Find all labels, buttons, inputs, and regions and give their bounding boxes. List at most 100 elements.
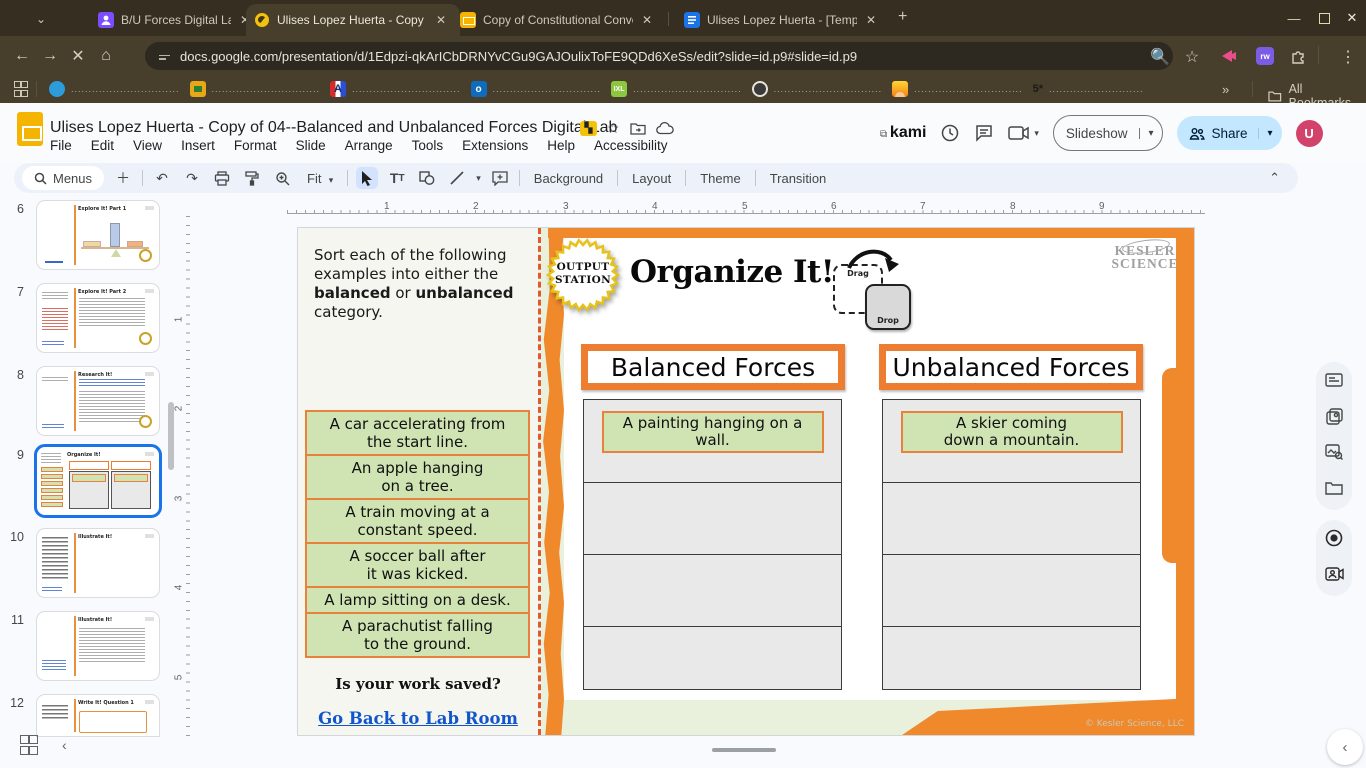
new-tab-button[interactable]: + [898,8,907,26]
stop-loading-icon[interactable]: ✕ [64,42,92,70]
menu-help[interactable]: Help [547,138,575,153]
menu-format[interactable]: Format [234,138,277,153]
menu-arrange[interactable]: Arrange [345,138,393,153]
zoom-fit-select[interactable]: Fit ▾ [301,171,339,186]
background-button[interactable]: Background [528,171,609,186]
slideshow-button[interactable]: Slideshow ▾ [1052,115,1163,151]
bookmark-item[interactable]: ............................... [49,81,180,97]
table-cell[interactable] [883,627,1140,699]
folder-icon[interactable] [1316,470,1352,506]
share-button[interactable]: Share ▾ [1176,116,1282,150]
slide-thumbnail-6[interactable]: Explore It! Part 1 [36,200,160,270]
tab-close-icon[interactable]: ✕ [866,13,876,27]
theme-button[interactable]: Theme [694,171,746,186]
sort-card[interactable]: An apple hanging on a tree. [305,454,530,500]
filmstrip-scrollbar[interactable] [168,402,174,470]
layout-button[interactable]: Layout [626,171,677,186]
share-dropdown-icon[interactable]: ▾ [1257,127,1282,139]
table-cell[interactable] [584,483,841,555]
new-slide-button[interactable]: ＋ [112,167,134,189]
table-cell[interactable] [883,555,1140,627]
sorted-card[interactable]: A skier coming down a mountain. [900,411,1123,453]
forward-icon[interactable]: → [36,42,64,70]
insert-line-button[interactable] [446,167,468,189]
zoom-icon[interactable] [271,167,293,189]
sort-card[interactable]: A car accelerating from the start line. [305,410,530,456]
menu-slide[interactable]: Slide [296,138,326,153]
slide-thumbnail-11[interactable]: Illustrate It! [36,611,160,681]
horizontal-scrollbar[interactable] [712,748,776,752]
open-side-panel-button[interactable]: ‹ [1327,729,1363,765]
menu-edit[interactable]: Edit [91,138,114,153]
menu-tools[interactable]: Tools [412,138,444,153]
slide-thumbnail-8[interactable]: Research It! [36,366,160,436]
bookmark-item[interactable]: o............................... [470,81,602,97]
document-title[interactable]: Ulises Lopez Huerta - Copy of 04--Balanc… [50,119,617,137]
slide-thumbnail-10[interactable]: Illustrate It! [36,528,160,598]
slide-canvas[interactable]: Sort each of the following examples into… [297,227,1195,736]
grid-view-button[interactable] [20,735,38,755]
bookmark-item[interactable]: ............................... [751,81,883,97]
cloud-status-icon[interactable] [655,122,674,135]
bookmark-item[interactable]: ............................... [892,81,1023,97]
browser-tab-3[interactable]: Copy of Constitutional Conven ✕ [452,4,674,36]
account-avatar[interactable]: U [1295,119,1323,147]
layers-copy-icon[interactable] [1316,398,1352,434]
menu-extensions[interactable]: Extensions [462,138,528,153]
slide-thumbnail-12[interactable]: Write It! Question 1 [36,694,160,737]
apps-grid-icon[interactable] [14,81,28,97]
table-cell[interactable] [883,483,1140,555]
slide-title[interactable]: Organize It! [630,254,834,290]
kami-doc-badge-icon[interactable]: ▚ [580,121,597,136]
bookmark-star-icon[interactable]: ☆ [1178,43,1206,71]
back-icon[interactable]: ← [8,42,36,70]
slide-thumbnail-7[interactable]: Explore It! Part 2 [36,283,160,353]
record-icon[interactable] [1316,520,1352,556]
insert-shape-button[interactable] [416,167,438,189]
image-search-icon[interactable] [1316,434,1352,470]
sort-card[interactable]: A soccer ball after it was kicked. [305,542,530,588]
collapse-filmstrip-icon[interactable]: ‹ [62,737,67,753]
undo-icon[interactable]: ↶ [151,167,173,189]
select-tool-button[interactable] [356,167,379,189]
table-cell[interactable]: A painting hanging on a wall. [584,411,841,483]
tab-close-icon[interactable]: ✕ [642,13,652,27]
menu-file[interactable]: File [50,138,72,153]
sort-card[interactable]: A parachutist falling to the ground. [305,612,530,658]
menus-search-button[interactable]: Menus [22,166,105,190]
unbalanced-forces-header[interactable]: Unbalanced Forces [879,344,1143,390]
menu-insert[interactable]: Insert [181,138,215,153]
sort-card[interactable]: A train moving at a constant speed. [305,498,530,544]
table-cell[interactable] [584,555,841,627]
star-favorite-icon[interactable]: ☆ [607,120,620,137]
bookmark-item[interactable]: 5*........................... [1033,83,1144,95]
bookmarks-overflow-chevron[interactable]: » [1222,82,1229,97]
sort-card[interactable]: A lamp sitting on a desk. [305,586,530,614]
slide-thumbnail-9-selected[interactable]: Organize It! [34,444,162,518]
unbalanced-table[interactable]: A skier coming down a mountain. [882,399,1141,690]
close-button[interactable]: ✕ [1341,8,1363,28]
tab-close-icon[interactable]: ✕ [436,13,446,27]
move-folder-icon[interactable] [629,122,646,135]
balanced-table[interactable]: A painting hanging on a wall. [583,399,842,690]
restore-button[interactable] [1313,8,1335,28]
bookmark-item[interactable]: ............................... [189,81,321,97]
extensions-puzzle-icon[interactable] [1290,48,1307,65]
balanced-forces-header[interactable]: Balanced Forces [581,344,845,390]
table-cell[interactable] [584,627,841,699]
camera-person-icon[interactable] [1316,556,1352,592]
bookmark-item[interactable]: A............................... [330,81,461,97]
kami-extension-icon[interactable] [1220,48,1238,64]
bookmark-item[interactable]: IXL............................... [611,81,742,97]
text-box-button[interactable]: TT [386,167,408,189]
menu-view[interactable]: View [133,138,162,153]
menu-accessibility[interactable]: Accessibility [594,138,668,153]
browser-tab-1[interactable]: B/U Forces Digital Lab ✕ [90,4,258,36]
home-icon[interactable]: ⌂ [92,42,120,70]
read-write-extension-icon[interactable]: rw [1256,47,1274,65]
meet-camera-icon[interactable]: ▾ [1008,125,1039,141]
site-settings-icon[interactable] [159,53,171,60]
zoom-page-icon[interactable]: 🔍 [1146,43,1174,71]
kami-open-button[interactable]: ⧉ kami [880,124,926,142]
address-bar[interactable]: docs.google.com/presentation/d/1Edpzi-qk… [145,42,1173,70]
